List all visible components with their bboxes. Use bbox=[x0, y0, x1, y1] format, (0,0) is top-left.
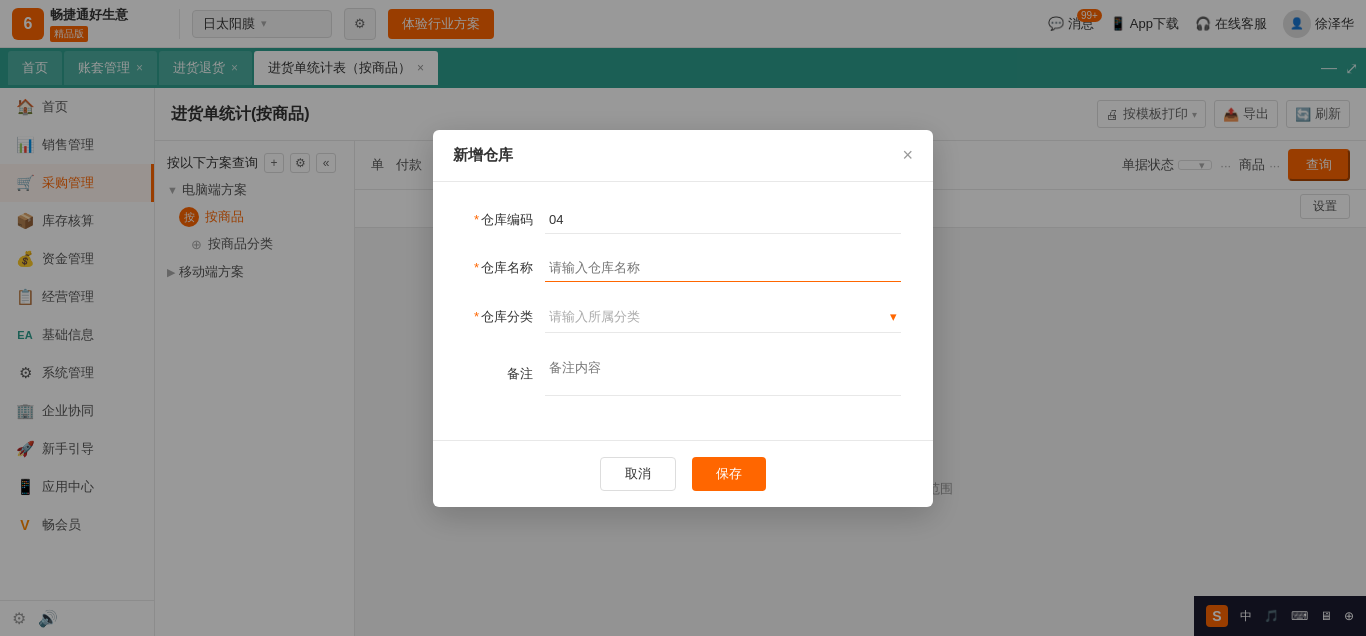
save-button[interactable]: 保存 bbox=[692, 457, 766, 491]
category-label: 仓库分类 bbox=[465, 308, 545, 326]
modal-new-warehouse: 新增仓库 × 仓库编码 仓库名称 仓库分类 请输入所属分类 ▾ bbox=[433, 130, 933, 507]
form-row-category: 仓库分类 请输入所属分类 ▾ bbox=[465, 302, 901, 333]
form-row-note: 备注 bbox=[465, 353, 901, 396]
modal-footer: 取消 保存 bbox=[433, 440, 933, 507]
name-label: 仓库名称 bbox=[465, 259, 545, 277]
form-row-code: 仓库编码 bbox=[465, 206, 901, 234]
name-input[interactable] bbox=[545, 254, 901, 282]
category-arrow-icon: ▾ bbox=[890, 309, 897, 324]
cancel-button[interactable]: 取消 bbox=[600, 457, 676, 491]
code-label: 仓库编码 bbox=[465, 211, 545, 229]
modal-header: 新增仓库 × bbox=[433, 130, 933, 182]
category-placeholder: 请输入所属分类 bbox=[549, 308, 640, 326]
modal-body: 仓库编码 仓库名称 仓库分类 请输入所属分类 ▾ 备注 bbox=[433, 182, 933, 440]
note-input[interactable] bbox=[545, 353, 901, 396]
code-input[interactable] bbox=[545, 206, 901, 234]
modal-title: 新增仓库 bbox=[453, 146, 513, 165]
form-row-name: 仓库名称 bbox=[465, 254, 901, 282]
modal-close-button[interactable]: × bbox=[902, 146, 913, 164]
category-select[interactable]: 请输入所属分类 ▾ bbox=[545, 302, 901, 333]
note-label: 备注 bbox=[465, 365, 545, 383]
modal-overlay[interactable]: 新增仓库 × 仓库编码 仓库名称 仓库分类 请输入所属分类 ▾ bbox=[0, 0, 1366, 636]
